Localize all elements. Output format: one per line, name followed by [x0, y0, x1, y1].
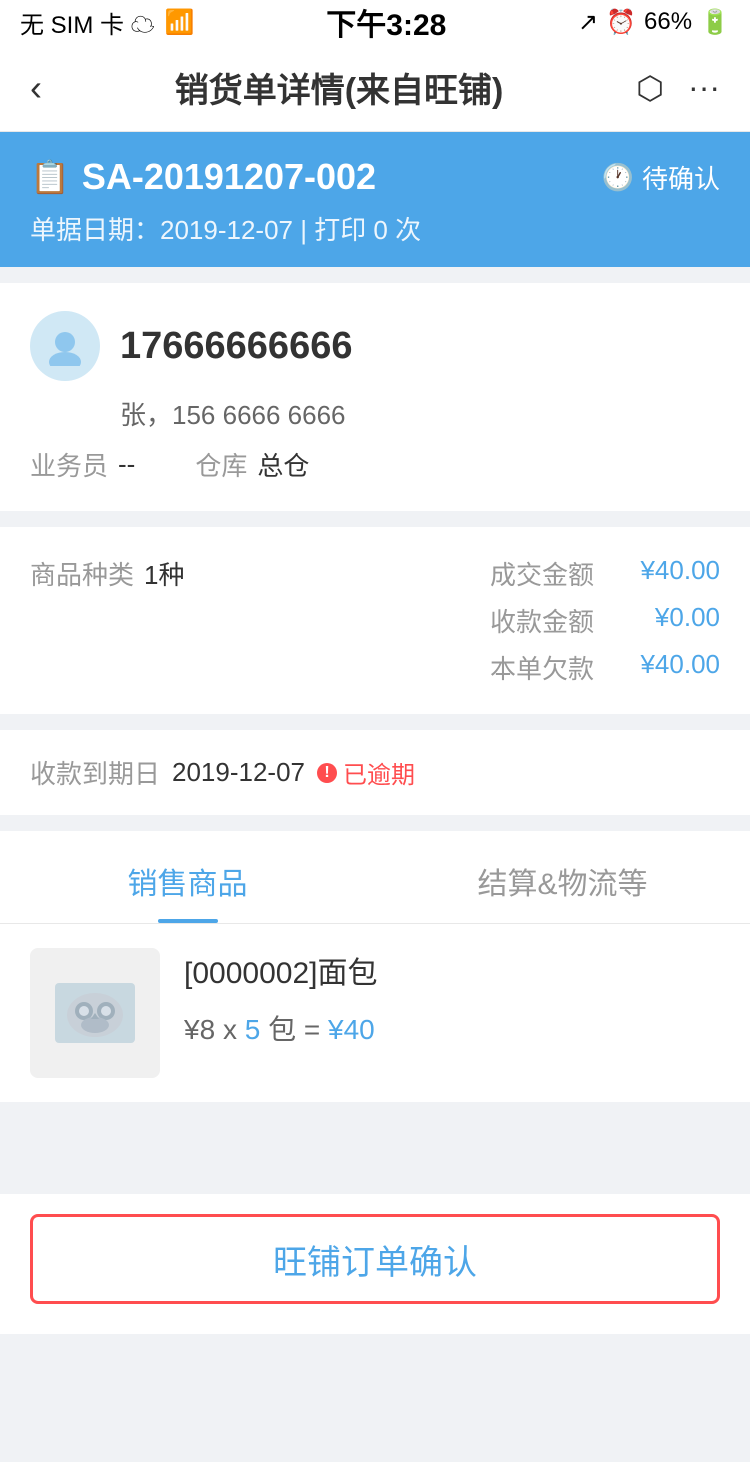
confirm-order-button[interactable]: 旺铺订单确认 [30, 1214, 720, 1304]
status-bar: 无 SIM 卡 ☁ 📶 下午3:28 ↗ ⏰ 66% 🔋 [0, 0, 750, 44]
more-icon[interactable]: ··· [688, 69, 720, 106]
due-date: 2019-12-07 [172, 757, 305, 788]
product-details: [0000002]面包 ¥8 x 5 包 = ¥40 [184, 948, 720, 1048]
warehouse-item: 仓库 总仓 [195, 446, 309, 483]
warehouse-label: 仓库 [195, 446, 247, 483]
customer-meta: 业务员 -- 仓库 总仓 [30, 446, 720, 483]
received-amount-label: 收款金额 [490, 602, 594, 639]
product-name: [0000002]面包 [184, 948, 720, 992]
due-label: 收款到期日 [30, 754, 160, 791]
page-title: 销货单详情(来自旺铺) [175, 63, 504, 112]
tabs-section: 销售商品 结算&物流等 [0, 831, 750, 1102]
tab-settlement[interactable]: 结算&物流等 [375, 831, 750, 923]
warehouse-value: 总仓 [257, 446, 309, 483]
sales-rep-value: -- [118, 449, 135, 480]
due-section: 收款到期日 2019-12-07 ! 已逾期 [0, 730, 750, 815]
order-header: 📋 SA-20191207-002 🕐 待确认 单据日期：2019-12-07 … [0, 132, 750, 267]
wifi-icon: 📶 [165, 8, 195, 37]
nav-actions: ⬡ ··· [636, 69, 720, 107]
price-value: ¥8 [184, 1014, 215, 1045]
overdue-text: 已逾期 [343, 755, 415, 790]
bottom-area: 旺铺订单确认 [0, 1194, 750, 1334]
deal-amount-value: ¥40.00 [610, 555, 720, 592]
product-image-inner [55, 983, 135, 1043]
order-number: SA-20191207-002 [82, 156, 376, 198]
product-types-value: 1种 [144, 555, 184, 592]
customer-phone: 17666666666 [120, 325, 352, 368]
deal-amount-row: 成交金额 ¥40.00 [490, 555, 720, 592]
total-value: ¥40 [328, 1014, 375, 1045]
owed-amount-value: ¥40.00 [610, 649, 720, 686]
tab-settlement-label: 结算&物流等 [477, 868, 647, 901]
tab-sales-products-label: 销售商品 [128, 868, 248, 901]
sales-rep-item: 业务员 -- [30, 446, 135, 483]
status-text: 待确认 [642, 159, 720, 196]
order-icon: 📋 [30, 158, 70, 196]
customer-top: 17666666666 [30, 311, 720, 381]
nav-bar: ‹ 销货单详情(来自旺铺) ⬡ ··· [0, 44, 750, 132]
equals-sign: = [304, 1014, 328, 1045]
status-left: 无 SIM 卡 ☁ 📶 [20, 5, 195, 40]
quantity-value: 5 [245, 1014, 261, 1045]
status-right: ↗ ⏰ 66% 🔋 [578, 8, 730, 37]
confirm-order-label: 旺铺订单确认 [273, 1235, 477, 1284]
product-image [30, 948, 160, 1078]
avatar [30, 311, 100, 381]
back-button[interactable]: ‹ [30, 67, 42, 109]
unit-text: 包 [268, 1014, 296, 1045]
received-amount-row: 收款金额 ¥0.00 [490, 602, 720, 639]
status-time: 下午3:28 [326, 0, 446, 44]
deal-amount-label: 成交金额 [490, 555, 594, 592]
order-status: 🕐 待确认 [602, 159, 720, 196]
share-icon[interactable]: ⬡ [636, 69, 664, 107]
product-item: [0000002]面包 ¥8 x 5 包 = ¥40 [30, 948, 720, 1078]
owed-amount-row: 本单欠款 ¥40.00 [490, 649, 720, 686]
amounts-section: 成交金额 ¥40.00 收款金额 ¥0.00 本单欠款 ¥40.00 [490, 555, 720, 686]
clock-icon: 🕐 [602, 162, 634, 193]
product-list: [0000002]面包 ¥8 x 5 包 = ¥40 [0, 924, 750, 1102]
battery-icon: 🔋 [700, 8, 730, 37]
customer-section: 17666666666 张，156 6666 6666 业务员 -- 仓库 总仓 [0, 283, 750, 511]
battery-text: 66% [644, 8, 692, 36]
no-sim-text: 无 SIM 卡 ☁ [20, 5, 155, 40]
order-date: 单据日期：2019-12-07 | 打印 0 次 [30, 210, 720, 247]
multiply-sign: x [223, 1014, 245, 1045]
summary-section: 商品种类 1种 成交金额 ¥40.00 收款金额 ¥0.00 本单欠款 ¥40.… [0, 527, 750, 714]
tab-sales-products[interactable]: 销售商品 [0, 831, 375, 923]
received-amount-value: ¥0.00 [610, 602, 720, 639]
overdue-dot-icon: ! [317, 763, 337, 783]
location-icon: ↗ [578, 8, 598, 37]
customer-name: 张，156 6666 6666 [30, 395, 720, 432]
product-types: 商品种类 1种 [30, 555, 184, 592]
overdue-badge: ! 已逾期 [317, 755, 415, 790]
tabs-header: 销售商品 结算&物流等 [0, 831, 750, 924]
product-price: ¥8 x 5 包 = ¥40 [184, 1008, 720, 1048]
owed-amount-label: 本单欠款 [490, 649, 594, 686]
alarm-icon: ⏰ [606, 8, 636, 37]
product-types-label: 商品种类 [30, 555, 134, 592]
order-header-top: 📋 SA-20191207-002 🕐 待确认 [30, 156, 720, 198]
sales-rep-label: 业务员 [30, 446, 108, 483]
